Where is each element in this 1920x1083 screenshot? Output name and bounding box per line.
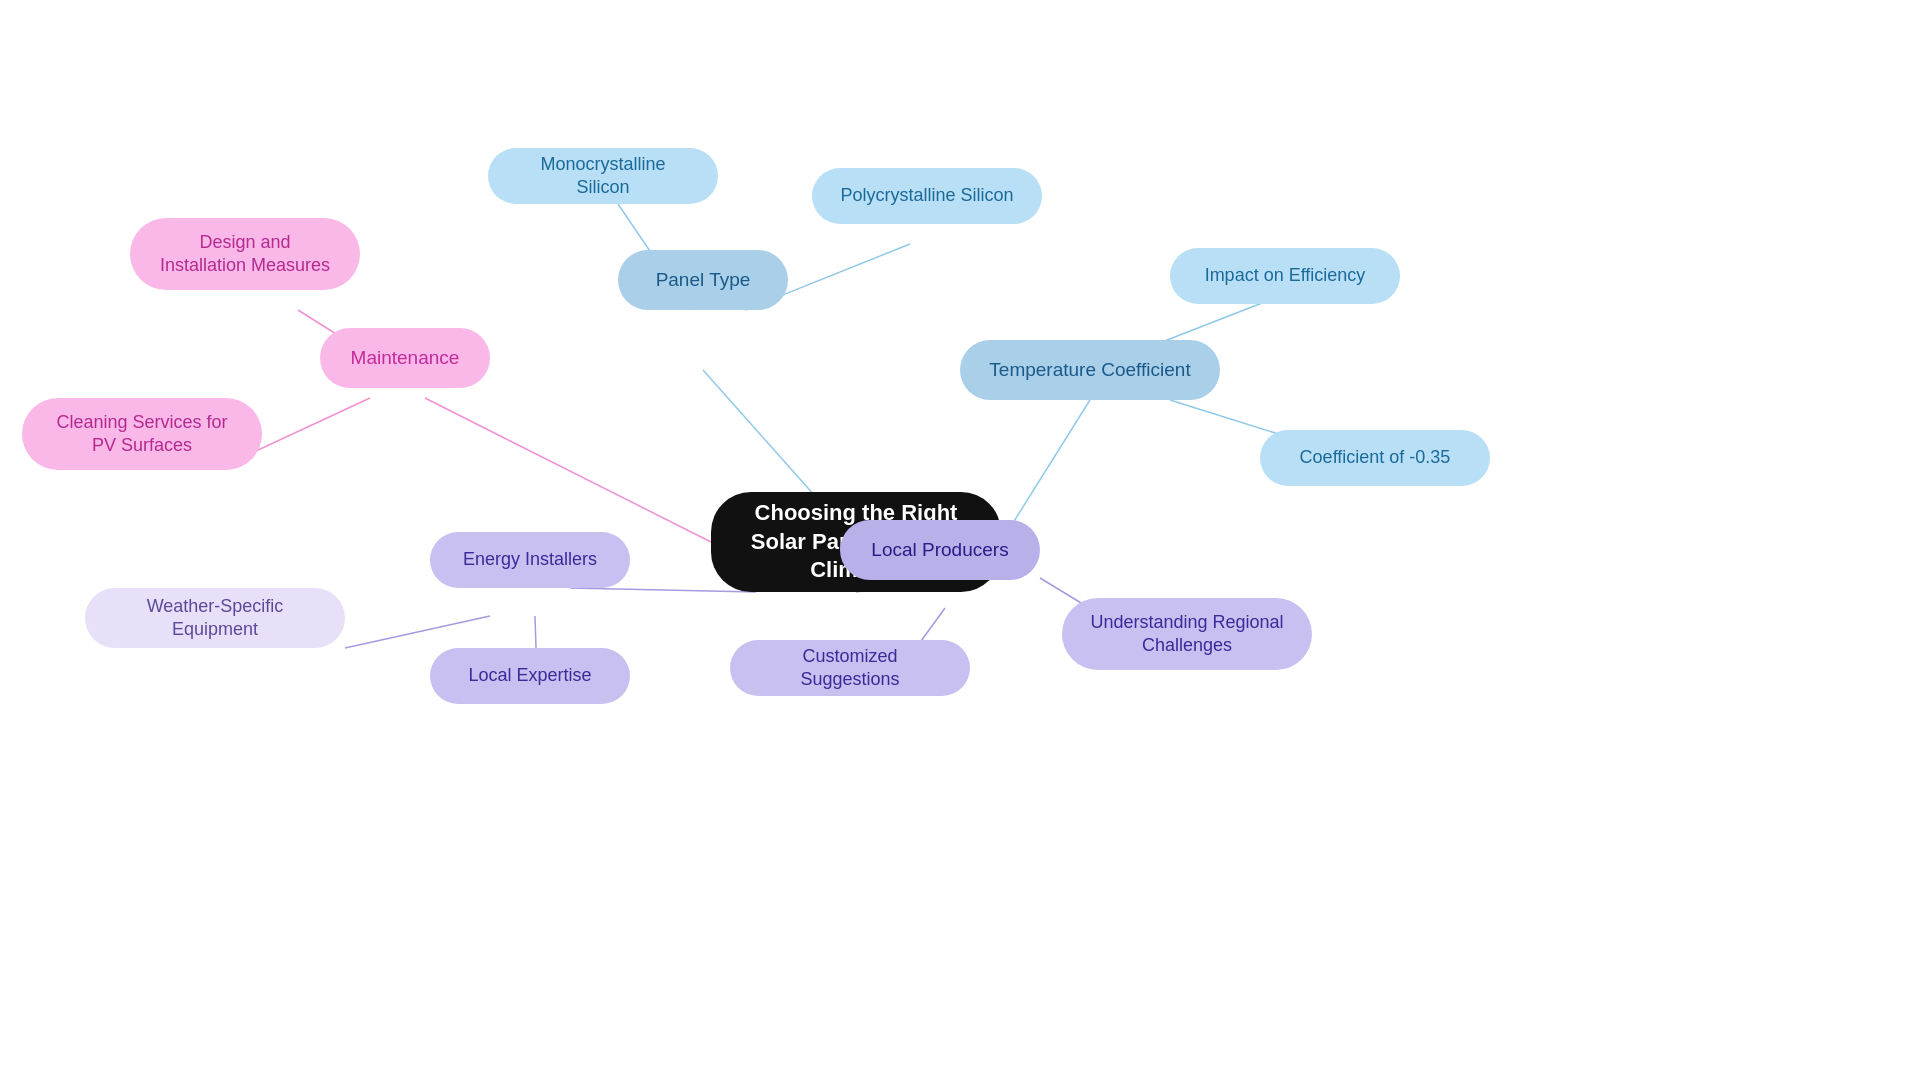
svg-line-10 bbox=[345, 616, 490, 648]
panel-type-node: Panel Type bbox=[618, 250, 788, 310]
polycrystalline-node: Polycrystalline Silicon bbox=[812, 168, 1042, 224]
cleaning-services-node: Cleaning Services for PV Surfaces bbox=[22, 398, 262, 470]
monocrystalline-node: Monocrystalline Silicon bbox=[488, 148, 718, 204]
weather-equipment-node: Weather-Specific Equipment bbox=[85, 588, 345, 648]
local-expertise-node: Local Expertise bbox=[430, 648, 630, 704]
local-producers-node: Local Producers bbox=[840, 520, 1040, 580]
svg-line-9 bbox=[570, 588, 756, 592]
impact-efficiency-node: Impact on Efficiency bbox=[1170, 248, 1400, 304]
maintenance-node: Maintenance bbox=[320, 328, 490, 388]
svg-line-6 bbox=[425, 398, 711, 542]
customized-suggestions-node: Customized Suggestions bbox=[730, 640, 970, 696]
design-installation-node: Design and Installation Measures bbox=[130, 218, 360, 290]
regional-challenges-node: Understanding Regional Challenges bbox=[1062, 598, 1312, 670]
temperature-coefficient-node: Temperature Coefficient bbox=[960, 340, 1220, 400]
coefficient-node: Coefficient of -0.35 bbox=[1260, 430, 1490, 486]
energy-installers-node: Energy Installers bbox=[430, 532, 630, 588]
